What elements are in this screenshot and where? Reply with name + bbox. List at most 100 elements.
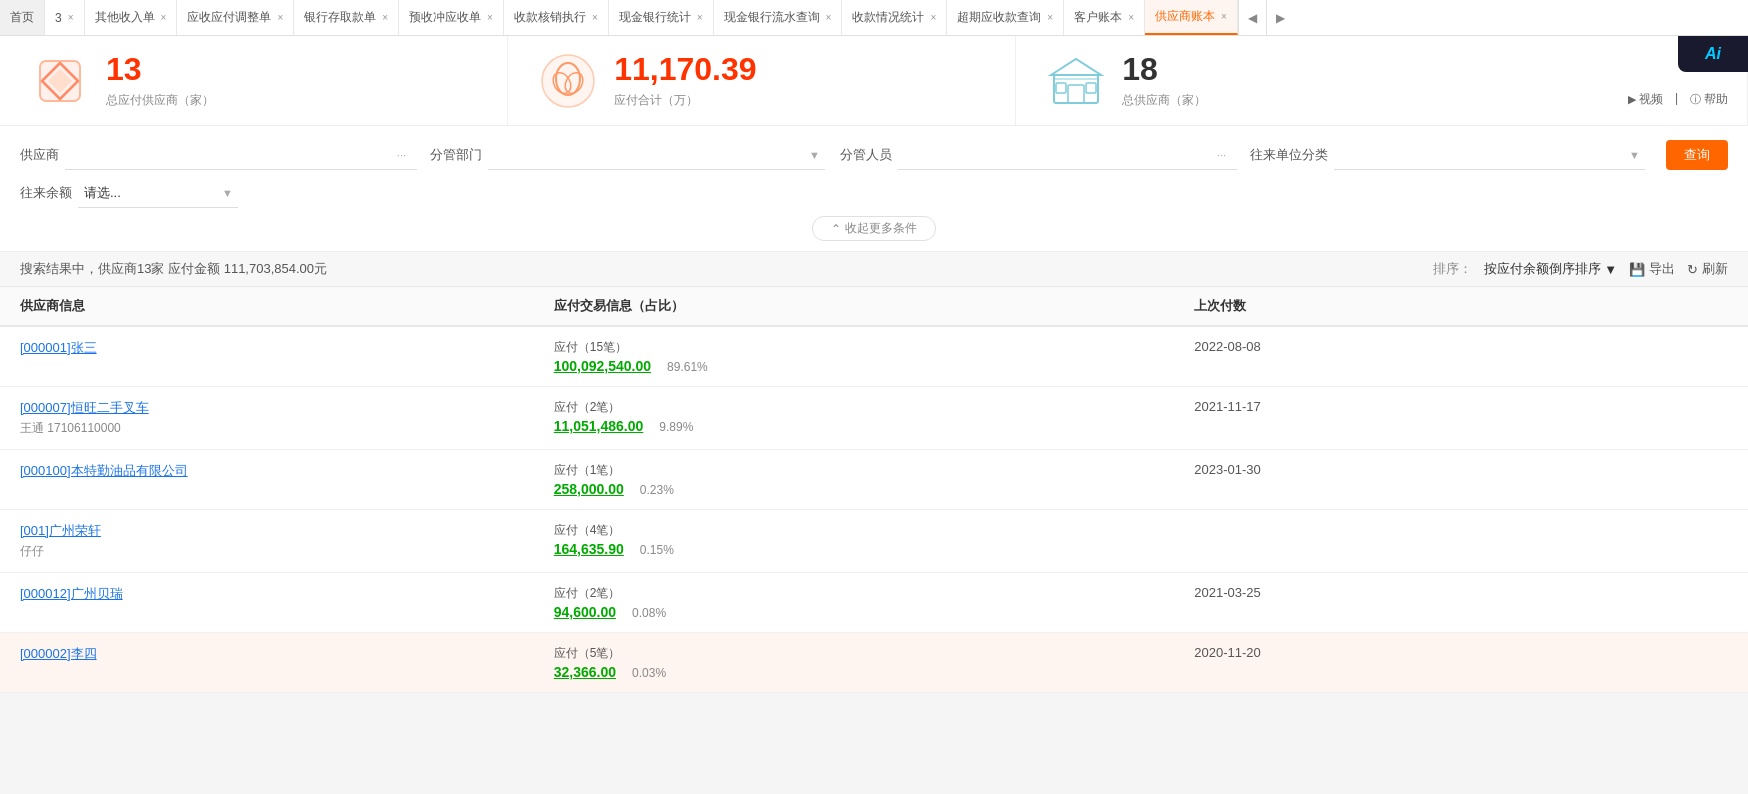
category-filter-label: 往来单位分类	[1250, 146, 1328, 164]
trans-pct-2: 9.89%	[659, 420, 693, 434]
trans-pct-4: 0.15%	[640, 543, 674, 557]
supplier-link-5[interactable]: [000012]广州贝瑞	[20, 585, 554, 603]
stats-header: 13 总应付供应商（家） 11,170.39 应付合计（万）	[0, 36, 1748, 126]
nav-tab-supplier-ledger[interactable]: 供应商账本 ×	[1145, 0, 1238, 35]
close-icon[interactable]: ×	[382, 12, 388, 23]
supplier-info-5: [000012]广州贝瑞	[20, 585, 554, 603]
nav-tab-3[interactable]: 3 ×	[45, 0, 85, 35]
filter-balance: 往来余额 请选... ▼	[20, 178, 1708, 208]
close-icon[interactable]: ×	[826, 12, 832, 23]
lastpay-3: 2023-01-30	[1194, 462, 1621, 477]
help-icon: ⓘ	[1690, 92, 1701, 107]
supplier-link-2[interactable]: [000007]恒旺二手叉车	[20, 399, 554, 417]
nav-tab-customer-ledger[interactable]: 客户账本 ×	[1064, 0, 1145, 35]
stat-payable-total-text: 11,170.39 应付合计（万）	[614, 52, 756, 108]
table-container: 供应商信息 应付交易信息（占比） 上次付数 [000001]张三 应付（15笔）…	[0, 287, 1748, 693]
close-icon[interactable]: ×	[68, 12, 74, 23]
trans-row-2: 11,051,486.00 9.89%	[554, 418, 1195, 434]
nav-tab-adjustment[interactable]: 应收应付调整单 ×	[177, 0, 294, 35]
help-link[interactable]: ⓘ 帮助	[1690, 91, 1728, 108]
lastpay-date-3: 2023-01-30	[1194, 462, 1261, 477]
close-icon[interactable]: ×	[697, 12, 703, 23]
refresh-button[interactable]: ↻ 刷新	[1687, 260, 1728, 278]
lastpay-date-5: 2021-03-25	[1194, 585, 1261, 600]
trans-label-1: 应付（15笔）	[554, 339, 1195, 356]
collapse-btn-label: 收起更多条件	[845, 220, 917, 237]
close-icon[interactable]: ×	[1221, 11, 1227, 22]
total-suppliers-number: 18	[1122, 52, 1206, 87]
nav-bar: 首页 3 × 其他收入单 × 应收应付调整单 × 银行存取款单 × 预收冲应收单…	[0, 0, 1748, 36]
department-select[interactable]	[488, 140, 825, 170]
trans-label-6: 应付（5笔）	[554, 645, 1195, 662]
category-select[interactable]	[1334, 140, 1645, 170]
person-input[interactable]	[898, 140, 1237, 170]
svg-rect-10	[1056, 83, 1066, 93]
department-filter-label: 分管部门	[430, 146, 482, 164]
lastpay-5: 2021-03-25	[1194, 585, 1621, 600]
trans-label-4: 应付（4笔）	[554, 522, 1195, 539]
supplier-filter-label: 供应商	[20, 146, 59, 164]
payable-suppliers-number: 13	[106, 52, 214, 87]
supplier-sub-4: 仔仔	[20, 543, 554, 560]
overdue-label: 超期应收款查询	[957, 9, 1041, 26]
close-icon[interactable]: ×	[487, 12, 493, 23]
col-header-supplier: 供应商信息	[20, 297, 554, 315]
nav-tab-other-income[interactable]: 其他收入单 ×	[85, 0, 178, 35]
nav-tab-bank-deposit[interactable]: 银行存取款单 ×	[294, 0, 399, 35]
sort-value[interactable]: 按应付余额倒序排序 ▼	[1484, 260, 1617, 278]
nav-tab-advance[interactable]: 预收冲应收单 ×	[399, 0, 504, 35]
trans-info-1: 应付（15笔） 100,092,540.00 89.61%	[554, 339, 1195, 374]
close-icon[interactable]: ×	[1047, 12, 1053, 23]
person-filter-label: 分管人员	[840, 146, 892, 164]
collapse-button[interactable]: ⌃ 收起更多条件	[812, 216, 936, 241]
balance-select[interactable]: 请选...	[78, 178, 238, 208]
export-icon: 💾	[1629, 262, 1645, 277]
nav-tab-cash-flow[interactable]: 现金银行流水查询 ×	[714, 0, 843, 35]
close-icon[interactable]: ×	[592, 12, 598, 23]
collection-label: 收款核销执行	[514, 9, 586, 26]
close-icon[interactable]: ×	[161, 12, 167, 23]
stat-block-payable-total: 11,170.39 应付合计（万）	[508, 36, 1016, 125]
close-icon[interactable]: ×	[277, 12, 283, 23]
trans-amount-1[interactable]: 100,092,540.00	[554, 358, 651, 374]
trans-amount-4[interactable]: 164,635.90	[554, 541, 624, 557]
trans-amount-2[interactable]: 11,051,486.00	[554, 418, 644, 434]
result-bar: 搜索结果中，供应商13家 应付金额 111,703,854.00元 排序： 按应…	[0, 252, 1748, 287]
supplier-link-4[interactable]: [001]广州荣轩	[20, 522, 554, 540]
diamond-icon	[30, 51, 90, 111]
trans-amount-5[interactable]: 94,600.00	[554, 604, 616, 620]
table-row: [000012]广州贝瑞 应付（2笔） 94,600.00 0.08% 2021…	[0, 573, 1748, 633]
nav-tab-home[interactable]: 首页	[0, 0, 45, 35]
trans-amount-6[interactable]: 32,366.00	[554, 664, 616, 680]
trans-amount-3[interactable]: 258,000.00	[554, 481, 624, 497]
chevron-up-icon: ⌃	[831, 222, 841, 236]
trans-label-2: 应付（2笔）	[554, 399, 1195, 416]
table-header: 供应商信息 应付交易信息（占比） 上次付数	[0, 287, 1748, 327]
video-link[interactable]: ▶ 视频	[1628, 91, 1663, 108]
nav-prev-arrow[interactable]: ◀	[1238, 0, 1266, 35]
total-suppliers-label: 总供应商（家）	[1122, 92, 1206, 109]
advance-label: 预收冲应收单	[409, 9, 481, 26]
sort-dropdown-icon: ▼	[1604, 262, 1617, 277]
supplier-input[interactable]	[65, 140, 417, 170]
nav-tab-overdue[interactable]: 超期应收款查询 ×	[947, 0, 1064, 35]
supplier-link-3[interactable]: [000100]本特勤油品有限公司	[20, 462, 554, 480]
nav-tab-collection[interactable]: 收款核销执行 ×	[504, 0, 609, 35]
close-icon[interactable]: ×	[930, 12, 936, 23]
adjustment-label: 应收应付调整单	[187, 9, 271, 26]
search-button[interactable]: 查询	[1666, 140, 1728, 170]
filter-person: 分管人员 ···	[840, 140, 1230, 170]
supplier-link-1[interactable]: [000001]张三	[20, 339, 554, 357]
nav-tab-collection-stat[interactable]: 收款情况统计 ×	[842, 0, 947, 35]
nav-next-arrow[interactable]: ▶	[1266, 0, 1294, 35]
export-button[interactable]: 💾 导出	[1629, 260, 1675, 278]
ai-badge[interactable]: Ai	[1705, 45, 1721, 63]
trans-label-5: 应付（2笔）	[554, 585, 1195, 602]
cash-flow-label: 现金银行流水查询	[724, 9, 820, 26]
nav-tab-cash-bank-stat[interactable]: 现金银行统计 ×	[609, 0, 714, 35]
supplier-link-6[interactable]: [000002]李四	[20, 645, 554, 663]
supplier-info-2: [000007]恒旺二手叉车 王通 17106110000	[20, 399, 554, 437]
sort-label: 排序：	[1433, 260, 1472, 278]
close-icon[interactable]: ×	[1128, 12, 1134, 23]
trans-row-3: 258,000.00 0.23%	[554, 481, 1195, 497]
